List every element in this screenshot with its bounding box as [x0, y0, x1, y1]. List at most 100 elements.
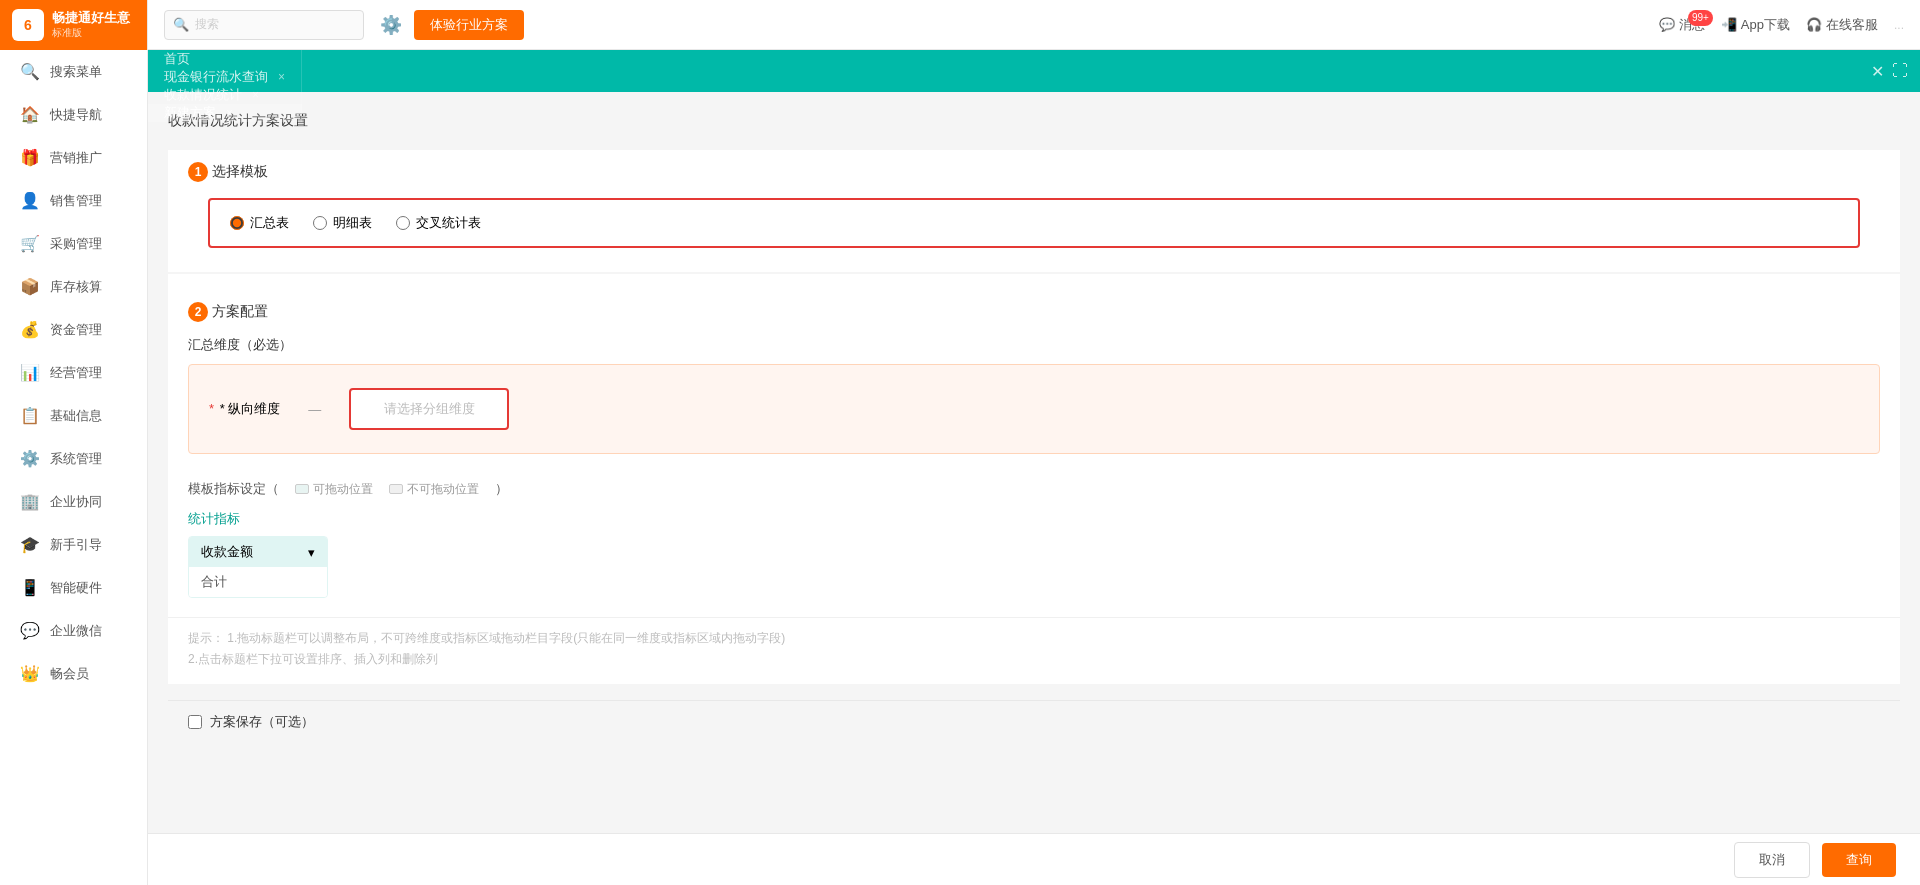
user-menu[interactable]: ... [1894, 18, 1904, 32]
dimension-section-title: 汇总维度（必选） [188, 336, 1880, 354]
funds-label: 资金管理 [50, 321, 102, 339]
purchase-icon: 🛒 [20, 234, 40, 253]
logo-edition: 标准版 [52, 26, 130, 40]
sidebar-item-newbie[interactable]: 🎓 新手引导 [0, 523, 147, 566]
tab-new-plan[interactable]: 新建方案× [148, 104, 302, 122]
tabnav-actions: ✕ ⛶ [1859, 50, 1920, 92]
sidebar: 6 畅捷通好生意 标准版 🔍 搜索菜单 🏠 快捷导航 🎁 营销推广 👤 销售管理… [0, 0, 148, 885]
template-radio-summary[interactable] [230, 216, 244, 230]
weixin-label: 企业微信 [50, 622, 102, 640]
newbie-label: 新手引导 [50, 536, 102, 554]
sidebar-item-basic-info[interactable]: 📋 基础信息 [0, 394, 147, 437]
tab-close-new-plan[interactable]: × [226, 106, 233, 120]
template-label-detail: 明细表 [333, 214, 372, 232]
sidebar-item-quick-nav[interactable]: 🏠 快捷导航 [0, 93, 147, 136]
metric-table-header: 收款金额 ▾ [189, 537, 327, 567]
marketing-label: 营销推广 [50, 149, 102, 167]
topbar-search-box[interactable]: 🔍 搜索 [164, 10, 364, 40]
template-option-summary[interactable]: 汇总表 [230, 214, 289, 232]
footer-bar: 取消 查询 [148, 833, 1920, 885]
step2-content: 2 方案配置 汇总维度（必选） * * 纵向维度 — 请选择分组维度 [168, 274, 1900, 480]
smart-hw-icon: 📱 [20, 578, 40, 597]
arrow-icon: — [308, 402, 321, 417]
step1-row: 1 选择模板 [188, 150, 1880, 186]
sidebar-item-weixin[interactable]: 💬 企业微信 [0, 609, 147, 652]
tab-nav: 首页现金银行流水查询×收款情况统计×新建方案× ✕ ⛶ [148, 50, 1920, 92]
message-button[interactable]: 💬 消息 99+ [1659, 16, 1705, 34]
sidebar-nav: 🔍 搜索菜单 🏠 快捷导航 🎁 营销推广 👤 销售管理 🛒 采购管理 📦 库存核… [0, 50, 147, 695]
save-label: 方案保存（可选） [210, 713, 314, 731]
query-button[interactable]: 查询 [1822, 843, 1896, 877]
sidebar-item-enterprise[interactable]: 🏢 企业协同 [0, 480, 147, 523]
tab-home[interactable]: 首页 [148, 50, 302, 68]
newbie-icon: 🎓 [20, 535, 40, 554]
user-avatar-text: ... [1894, 18, 1904, 32]
sidebar-item-sales[interactable]: 👤 销售管理 [0, 179, 147, 222]
cancel-button[interactable]: 取消 [1734, 842, 1810, 878]
save-checkbox[interactable] [188, 715, 202, 729]
sidebar-item-operations[interactable]: 📊 经营管理 [0, 351, 147, 394]
customer-service-icon: 🎧 [1806, 17, 1822, 32]
sidebar-item-inventory[interactable]: 📦 库存核算 [0, 265, 147, 308]
tip-line-2: 2.点击标题栏下拉可设置排序、插入列和删除列 [188, 651, 1880, 668]
online-service-button[interactable]: 🎧 在线客服 [1806, 16, 1878, 34]
tab-label-cash-flow: 现金银行流水查询 [164, 68, 268, 86]
sidebar-logo: 6 畅捷通好生意 标准版 [0, 0, 147, 50]
funds-icon: 💰 [20, 320, 40, 339]
marketing-icon: 🎁 [20, 148, 40, 167]
maximize-icon[interactable]: ⛶ [1892, 62, 1908, 80]
sidebar-item-system[interactable]: ⚙️ 系统管理 [0, 437, 147, 480]
dimension-area: * * 纵向维度 — 请选择分组维度 [188, 364, 1880, 454]
tab-close-receipt-stats[interactable]: × [252, 88, 259, 102]
step1-title: 选择模板 [212, 163, 268, 181]
sidebar-item-member[interactable]: 👑 畅会员 [0, 652, 147, 695]
template-option-crosstab[interactable]: 交叉统计表 [396, 214, 481, 232]
sidebar-item-search-menu[interactable]: 🔍 搜索菜单 [0, 50, 147, 93]
tab-receipt-stats[interactable]: 收款情况统计× [148, 86, 302, 104]
template-option-detail[interactable]: 明细表 [313, 214, 372, 232]
app-download-icon: 📲 [1721, 17, 1737, 32]
sidebar-item-marketing[interactable]: 🎁 营销推广 [0, 136, 147, 179]
template-radio-crosstab[interactable] [396, 216, 410, 230]
metric-table: 收款金额 ▾ 合计 [188, 536, 328, 598]
close-all-tabs-icon[interactable]: ✕ [1871, 62, 1884, 81]
trial-industry-button[interactable]: 体验行业方案 [414, 10, 524, 40]
undraggable-box [389, 484, 403, 494]
page-title: 收款情况统计方案设置 [168, 112, 1900, 130]
tab-cash-flow[interactable]: 现金银行流水查询 × [148, 68, 302, 86]
topbar: 🔍 搜索 ⚙️ 体验行业方案 💬 消息 99+ 📲 App下载 🎧 在线客服 .… [148, 0, 1920, 50]
purchase-label: 采购管理 [50, 235, 102, 253]
step1-number: 1 [188, 162, 208, 182]
sidebar-item-smart-hw[interactable]: 📱 智能硬件 [0, 566, 147, 609]
system-label: 系统管理 [50, 450, 102, 468]
draggable-hint: 模板指标设定（ 可拖动位置 不可拖动位置 ） [188, 480, 1880, 498]
vertical-dim-label: * 纵向维度 [220, 401, 281, 416]
step1-inner: 1 选择模板 汇总表 明细表 交叉统计表 [168, 150, 1900, 272]
template-radio-detail[interactable] [313, 216, 327, 230]
inventory-label: 库存核算 [50, 278, 102, 296]
metric-dropdown-icon[interactable]: ▾ [308, 545, 315, 560]
settings-icon[interactable]: ⚙️ [380, 14, 402, 36]
template-options-box: 汇总表 明细表 交叉统计表 [208, 198, 1860, 248]
vertical-dim-select[interactable]: 请选择分组维度 [349, 388, 509, 430]
metrics-header-text: 模板指标设定（ [188, 480, 279, 498]
sidebar-item-purchase[interactable]: 🛒 采购管理 [0, 222, 147, 265]
tab-label-home: 首页 [164, 50, 190, 68]
basic-info-icon: 📋 [20, 406, 40, 425]
metrics-section-label: 统计指标 [188, 510, 1880, 528]
system-icon: ⚙️ [20, 449, 40, 468]
metrics-section: 模板指标设定（ 可拖动位置 不可拖动位置 ） 统计指标 收款金额 ▾ [168, 480, 1900, 617]
smart-hw-label: 智能硬件 [50, 579, 102, 597]
metric-tag-label: 收款金额 [201, 543, 253, 561]
enterprise-icon: 🏢 [20, 492, 40, 511]
quick-nav-icon: 🏠 [20, 105, 40, 124]
app-download-button[interactable]: 📲 App下载 [1721, 16, 1790, 34]
required-star: * [209, 401, 214, 416]
draggable-box [295, 484, 309, 494]
quick-nav-label: 快捷导航 [50, 106, 102, 124]
main-content: 收款情况统计方案设置 1 选择模板 汇总表 明细表 交叉统计表 [148, 92, 1920, 885]
search-menu-icon: 🔍 [20, 62, 40, 81]
tab-close-cash-flow[interactable]: × [278, 70, 285, 84]
sidebar-item-funds[interactable]: 💰 资金管理 [0, 308, 147, 351]
operations-icon: 📊 [20, 363, 40, 382]
